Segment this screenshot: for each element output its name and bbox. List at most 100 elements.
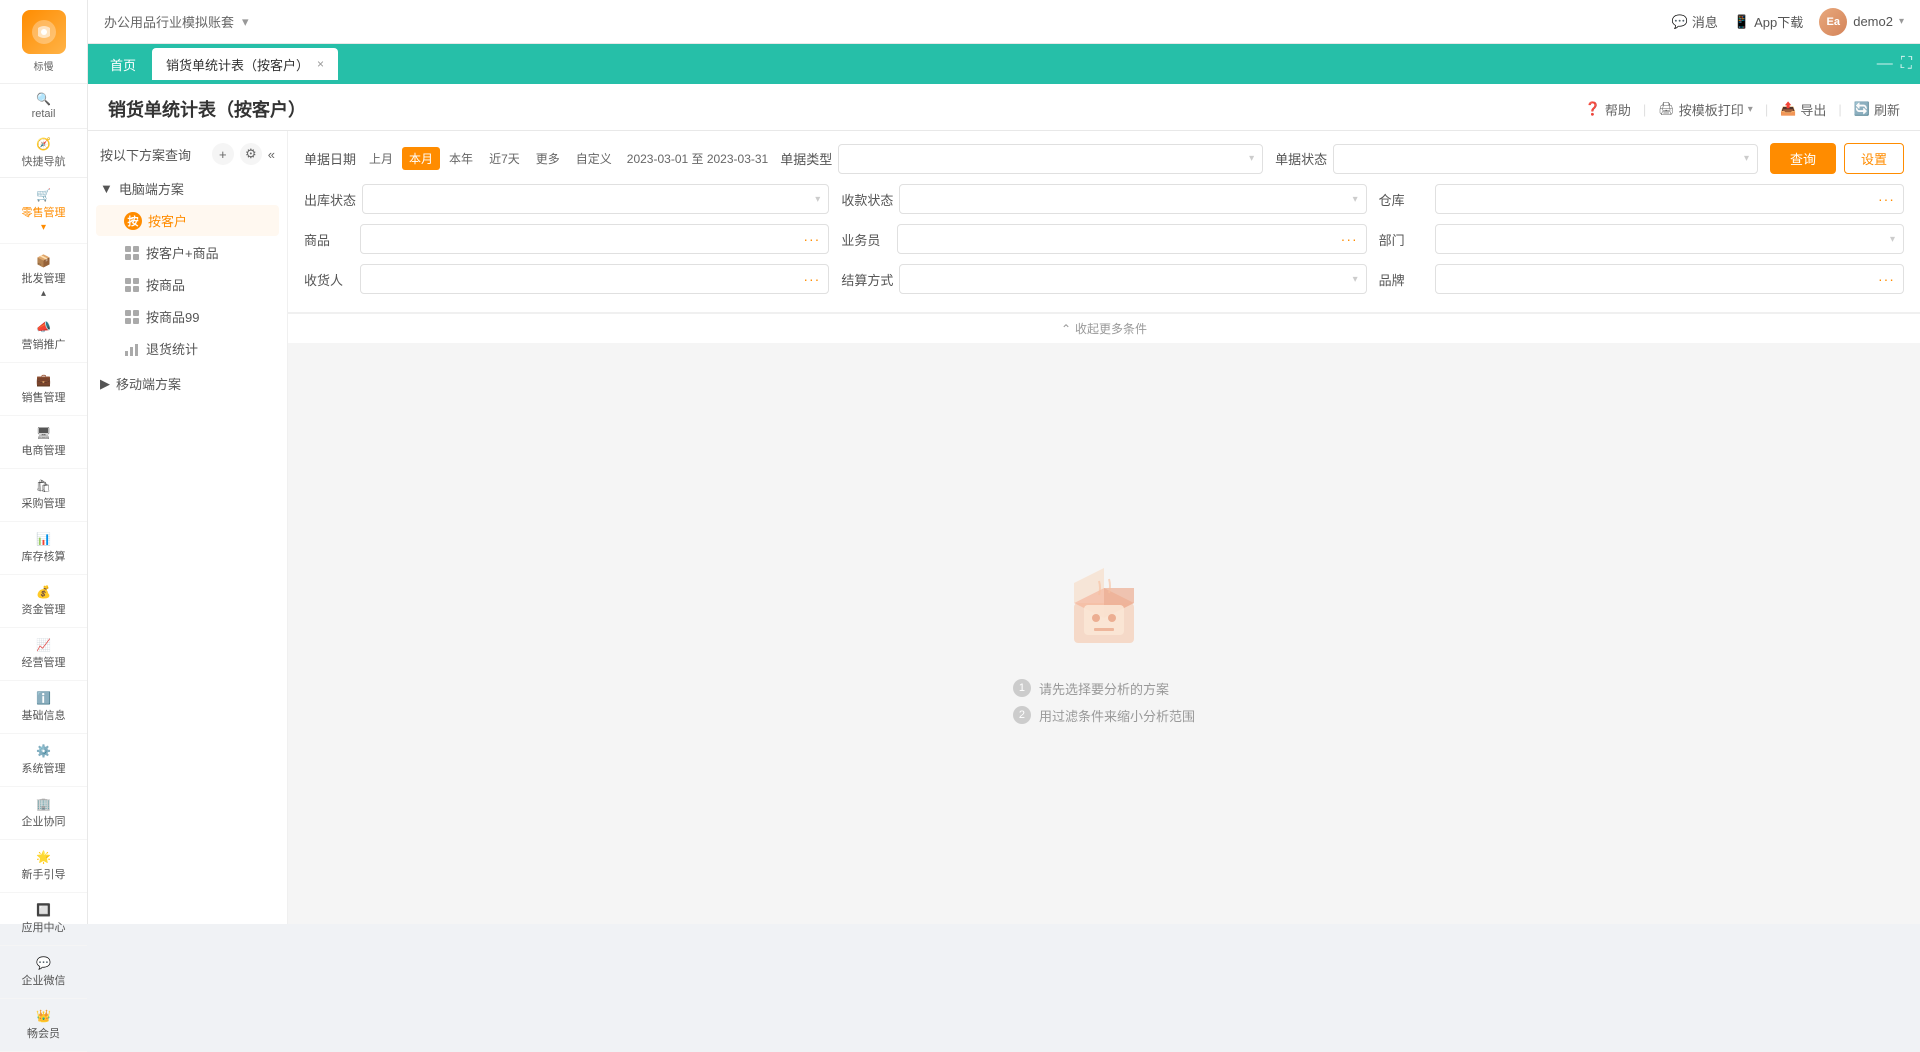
product-control[interactable]: ··· [360, 224, 829, 254]
sidebar-search-menu[interactable]: 🔍 retail [0, 84, 87, 129]
grid-icon-2 [124, 277, 140, 293]
order-type-control[interactable]: ▾ [838, 144, 1263, 174]
scheme-item-customer-product[interactable]: 按客户+商品 [96, 237, 279, 268]
filter-row-3: 商品 ··· 业务员 ··· [304, 224, 1904, 254]
scheme-group-desktop: ▼ 电脑端方案 按 按客户 按客户+商品 [88, 173, 287, 364]
print-button[interactable]: 🖨 按模板打印 ▾ [1658, 100, 1753, 119]
sidebar-item-sales[interactable]: 💼 销售管理 [0, 363, 87, 416]
salesperson-control[interactable]: ··· [897, 224, 1366, 254]
sidebar-item-retail[interactable]: 🛒 零售管理 ▾ [0, 178, 87, 244]
scheme-group-desktop-title[interactable]: ▼ 电脑端方案 [92, 173, 283, 204]
wechat-label: 企业微信 [22, 972, 66, 988]
grid-icon-1 [124, 245, 140, 261]
payment-status-control[interactable]: ▾ [899, 184, 1366, 214]
sidebar-item-marketing[interactable]: 📣 营销推广 [0, 310, 87, 363]
collapse-up-icon: ⌃ [1061, 322, 1071, 336]
tab-close-button[interactable]: × [317, 57, 324, 71]
scheme-group-mobile-title[interactable]: ▶ 移动端方案 [92, 368, 283, 399]
date-tab-custom[interactable]: 自定义 [569, 147, 619, 170]
sidebar-item-finance[interactable]: 💰 资金管理 [0, 575, 87, 628]
date-tab-more[interactable]: 更多 [529, 147, 567, 170]
system-icon: ⚙️ [36, 744, 51, 758]
order-status-control[interactable]: ▾ [1333, 144, 1758, 174]
product-more-dots[interactable]: ··· [803, 231, 820, 247]
sidebar-item-ecommerce[interactable]: 🖥 电商管理 [0, 416, 87, 469]
tab-minimize-button[interactable]: — [1877, 55, 1893, 73]
filter-order-status: 单据状态 ▾ [1275, 144, 1758, 174]
message-button[interactable]: 💬 消息 [1672, 12, 1718, 31]
tab-home[interactable]: 首页 [96, 48, 150, 80]
product-label: 商品 [304, 230, 354, 249]
salesperson-more-dots[interactable]: ··· [1341, 231, 1358, 247]
sidebar-item-newbie[interactable]: 🌟 新手引导 [0, 840, 87, 893]
brand-more-dots[interactable]: ··· [1878, 271, 1895, 287]
sales-icon: 💼 [36, 373, 51, 387]
department-control[interactable]: ▾ [1435, 224, 1904, 254]
content-area: 销货单统计表（按客户） ❓ 帮助 | 🖨 按模板打印 ▾ | 📤 导出 | [88, 84, 1920, 924]
desktop-group-arrow: ▼ [100, 181, 113, 196]
order-status-dropdown-icon: ▾ [1744, 153, 1749, 164]
sidebar-item-system[interactable]: ⚙️ 系统管理 [0, 734, 87, 787]
settings-button[interactable]: 设置 [1844, 143, 1904, 174]
settlement-control[interactable]: ▾ [899, 264, 1366, 294]
header-dropdown-icon[interactable]: ▾ [242, 14, 249, 30]
sidebar-item-wholesale[interactable]: 📦 批发管理 ▴ [0, 244, 87, 310]
warehouse-more-dots[interactable]: ··· [1878, 191, 1895, 207]
scheme-add-button[interactable]: + [212, 143, 234, 165]
sidebar-item-wechat[interactable]: 💬 企业微信 [0, 946, 87, 999]
ship-status-dropdown-icon: ▾ [815, 194, 820, 205]
tab-maximize-button[interactable]: ⛶ [1901, 55, 1912, 73]
user-profile-button[interactable]: Ea demo2 ▾ [1819, 8, 1904, 36]
scheme-settings-button[interactable]: ⚙ [240, 143, 262, 165]
app-download-button[interactable]: 📱 App下载 [1734, 12, 1803, 31]
empty-hints: 1 请先选择要分析的方案 2 用过滤条件来缩小分析范围 [1013, 679, 1195, 725]
scheme-collapse-button[interactable]: « [268, 147, 275, 162]
basic-label: 基础信息 [22, 707, 66, 723]
date-tab-this-month[interactable]: 本月 [402, 147, 440, 170]
scheme-item-by-customer[interactable]: 按 按客户 [96, 205, 279, 236]
sidebar-item-operations[interactable]: 📈 经营管理 [0, 628, 87, 681]
receiver-more-dots[interactable]: ··· [803, 271, 820, 287]
sidebar-item-enterprise[interactable]: 🏢 企业协同 [0, 787, 87, 840]
scheme-item-return-stats[interactable]: 退货统计 [96, 333, 279, 364]
hint-1-num: 1 [1013, 679, 1031, 697]
scheme-item-by-product-99[interactable]: 按商品99 [96, 301, 279, 332]
filter-row-4: 收货人 ··· 结算方式 ▾ [304, 264, 1904, 294]
warehouse-control[interactable]: ··· [1435, 184, 1904, 214]
sidebar: 标慢 🔍 retail 🧭 快捷导航 🛒 零售管理 ▾ 📦 批发管理 ▴ 📣 营… [0, 0, 88, 924]
brand-label: 品牌 [1379, 270, 1429, 289]
query-button[interactable]: 查询 [1770, 143, 1836, 174]
help-button[interactable]: ❓ 帮助 [1585, 100, 1631, 119]
sidebar-item-basic[interactable]: ℹ️ 基础信息 [0, 681, 87, 734]
empty-hint-2: 2 用过滤条件来缩小分析范围 [1013, 706, 1195, 725]
date-tab-this-year[interactable]: 本年 [442, 147, 480, 170]
sidebar-item-member[interactable]: 👑 畅会员 [0, 999, 87, 1052]
export-button[interactable]: 📤 导出 [1780, 100, 1826, 119]
message-label: 消息 [1692, 12, 1718, 31]
ship-status-control[interactable]: ▾ [362, 184, 829, 214]
filter-product: 商品 ··· [304, 224, 829, 254]
refresh-button[interactable]: 🔄 刷新 [1854, 100, 1900, 119]
brand-control[interactable]: ··· [1435, 264, 1904, 294]
scheme-item-customer-product-label: 按客户+商品 [146, 243, 219, 262]
sidebar-item-inventory[interactable]: 📊 库存核算 [0, 522, 87, 575]
sidebar-item-purchase[interactable]: 🛍 采购管理 [0, 469, 87, 522]
search-icon: 🔍 [36, 92, 51, 106]
sidebar-nav-shortcut[interactable]: 🧭 快捷导航 [0, 129, 87, 178]
collapse-bar[interactable]: ⌃ 收起更多条件 [288, 313, 1920, 343]
receiver-label: 收货人 [304, 270, 354, 289]
filter-salesperson: 业务员 ··· [841, 224, 1366, 254]
tab-active[interactable]: 销货单统计表（按客户） × [152, 48, 338, 80]
filter-area: 单据日期 上月 本月 本年 近7天 更多 自定义 20 [288, 131, 1920, 313]
date-tab-last-month[interactable]: 上月 [362, 147, 400, 170]
receiver-control[interactable]: ··· [360, 264, 829, 294]
separator1: | [1643, 102, 1646, 117]
logo-icon [22, 10, 66, 54]
purchase-icon: 🛍 [36, 479, 51, 493]
date-tab-7days[interactable]: 近7天 [482, 147, 527, 170]
sidebar-item-app-center[interactable]: 🔲 应用中心 [0, 893, 87, 946]
app-center-icon: 🔲 [36, 903, 51, 917]
hint-1-text: 请先选择要分析的方案 [1039, 679, 1169, 698]
scheme-group-mobile: ▶ 移动端方案 [88, 368, 287, 399]
scheme-item-by-product[interactable]: 按商品 [96, 269, 279, 300]
